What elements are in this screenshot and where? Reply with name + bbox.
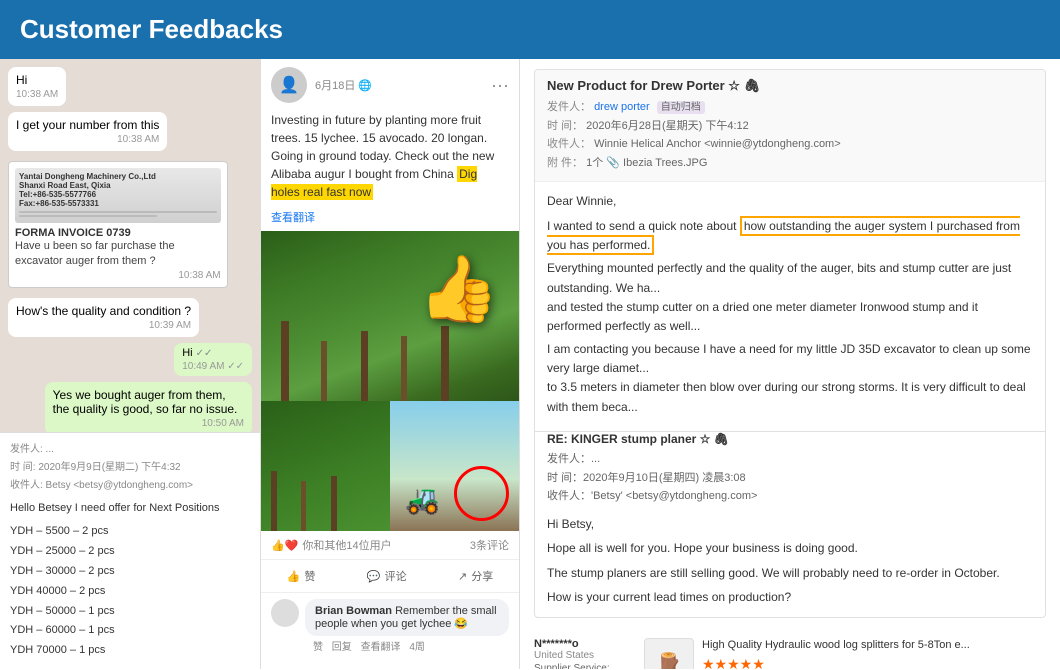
review-middle-1: 🪵 High Quality Hydraulic wood log splitt… [644,638,1046,669]
chat-time: 10:39 AM [16,320,191,331]
email-highlighted-text: how outstanding the auger system I purch… [547,216,1020,255]
comment-text: Brian Bowman Remember the small people w… [305,599,509,636]
fb-translate-link[interactable]: 查看翻译 [261,209,519,231]
email-meta-1: 发件人： drew porter 自动归档 时 间： 2020年6月28日(星期… [547,98,1033,173]
chat-text: Hi [16,73,58,87]
fb-comment: Brian Bowman Remember the small people w… [261,593,519,659]
ydh-item: YDH 40000 – 2 pcs [10,582,250,602]
email-sender: drew porter [594,101,650,113]
commenter-avatar [271,599,299,627]
email-body-1: Dear Winnie, I wanted to send a quick no… [535,182,1045,427]
invoice-title: FORMA INVOICE 0739 [15,227,221,239]
fb-post-info: 6月18日 🌐 [315,77,483,93]
fb-share-button[interactable]: ↗ 分享 [450,564,501,588]
chat-message-6: Yes we bought auger from them, the quali… [45,382,252,432]
ydh-item: YDH 70000 – 1 pcs [10,641,250,661]
chat-text: Hi ✓✓ [182,347,244,359]
page-header: Customer Feedbacks [0,0,1060,59]
email-header-1: New Product for Drew Porter ☆ 🖇 发件人： dre… [535,70,1045,182]
ydh-item: YDH – 50000 – 1 pcs [10,602,250,622]
comment-actions: 赞 回复 查看翻译 4周 [305,638,509,653]
fb-post-image-top: 👍 [261,231,519,401]
ydh-item: YDH – 60000 – 1 pcs [10,621,250,641]
fb-post-text: Investing in future by planting more fru… [261,111,519,209]
fb-like-button[interactable]: 👍 赞 [279,564,324,588]
fb-reactions: 👍❤️ 你和其他14位用户 3条评论 [261,531,519,560]
fb-image-left [261,401,390,531]
product-name-1: High Quality Hydraulic wood log splitter… [702,638,1046,653]
chat-container: Hi 10:38 AM I get your number from this … [0,59,260,432]
review-item-1: N*******o United States Supplier Service… [534,630,1046,669]
email-subject-1: New Product for Drew Porter ☆ 🖇 [547,78,1033,94]
chat-time: 10:49 AM ✓✓ [182,361,244,372]
chat-message-2: I get your number from this 10:38 AM [8,112,167,151]
invoice-time: 10:38 AM [15,270,221,281]
ydh-item: YDH – 25000 – 2 pcs [10,542,250,562]
chat-time: 10:38 AM [16,89,58,100]
invoice-block: Yantai Dongheng Machinery Co.,LtdShanxi … [8,161,228,288]
fb-avatar: 👤 [271,67,307,103]
thumbs-up-emoji: 👍 [418,251,499,327]
chat-time: 10:50 AM [53,418,244,429]
fb-comment-button[interactable]: 💬 评论 [359,564,415,588]
invoice-image: Yantai Dongheng Machinery Co.,LtdShanxi … [15,168,221,223]
reviews-section: N*******o United States Supplier Service… [534,630,1046,669]
fb-post-images-bottom: 🚜 [261,401,519,531]
fb-post-header: 👤 6月18日 🌐 ··· [261,59,519,111]
ydh-greeting: Hello Betsey I need offer for Next Posit… [10,499,250,519]
re-meta: 发件人：... 时 间：2020年9月10日(星期四) 凌晨3:08 收件人：'… [547,450,1033,506]
chat-time: 10:38 AM [16,134,159,145]
email-section-1: New Product for Drew Porter ☆ 🖇 发件人： dre… [534,69,1046,618]
invoice-text: Have u been so far purchase the excavato… [15,239,221,270]
ydh-item: YDH – 5500 – 2 pcs [10,522,250,542]
re-body: Hi Betsy, Hope all is well for you. Hope… [547,514,1033,608]
fb-post-date: 6月18日 🌐 [315,77,483,93]
reviewer-country-1: United States [534,650,634,661]
review-left-1: N*******o United States Supplier Service… [534,638,634,669]
chat-text: How's the quality and condition ? [16,304,191,318]
chat-message-5: Hi ✓✓ 10:49 AM ✓✓ [174,343,252,376]
re-subject: RE: KINGER stump planer ☆ 🖇 [547,432,1033,446]
fb-action-bar: 👍 赞 💬 评论 ↗ 分享 [261,560,519,593]
middle-panel: 👤 6月18日 🌐 ··· Investing in future by pla… [260,59,520,669]
page-title: Customer Feedbacks [20,14,283,45]
product-image-1: 🪵 [644,638,694,669]
right-panel: New Product for Drew Porter ☆ 🖇 发件人： dre… [520,59,1060,669]
email-re-section: RE: KINGER stump planer ☆ 🖇 发件人：... 时 间：… [535,431,1045,618]
fb-image-right: 🚜 [390,401,519,531]
left-panel: Hi 10:38 AM I get your number from this … [0,59,260,669]
main-content: Hi 10:38 AM I get your number from this … [0,59,1060,669]
ydh-item: YDH – 30000 – 2 pcs [10,562,250,582]
review-rating-1: Supplier Service: [534,663,634,669]
reviewer-name-1: N*******o [534,638,634,650]
product-stars-1: ★★★★★ [702,656,1046,669]
excavator-icon: 🚜 [405,483,440,516]
email-from-line: 发件人: ... 时 间: 2020年9月9日(星期二) 下午4:32 收件人:… [10,441,250,495]
chat-text: Yes we bought auger from them, the quali… [53,388,244,416]
chat-text: I get your number from this [16,118,159,132]
commenter-name: Brian Bowman [315,605,392,617]
red-circle-indicator [454,466,509,521]
chat-message-1: Hi 10:38 AM [8,67,66,106]
chat-message-4: How's the quality and condition ? 10:39 … [8,298,199,337]
ydh-list: 发件人: ... 时 间: 2020年9月9日(星期二) 下午4:32 收件人:… [0,432,260,669]
fb-more-options[interactable]: ··· [491,75,509,96]
tree-background: 👍 [261,231,519,401]
